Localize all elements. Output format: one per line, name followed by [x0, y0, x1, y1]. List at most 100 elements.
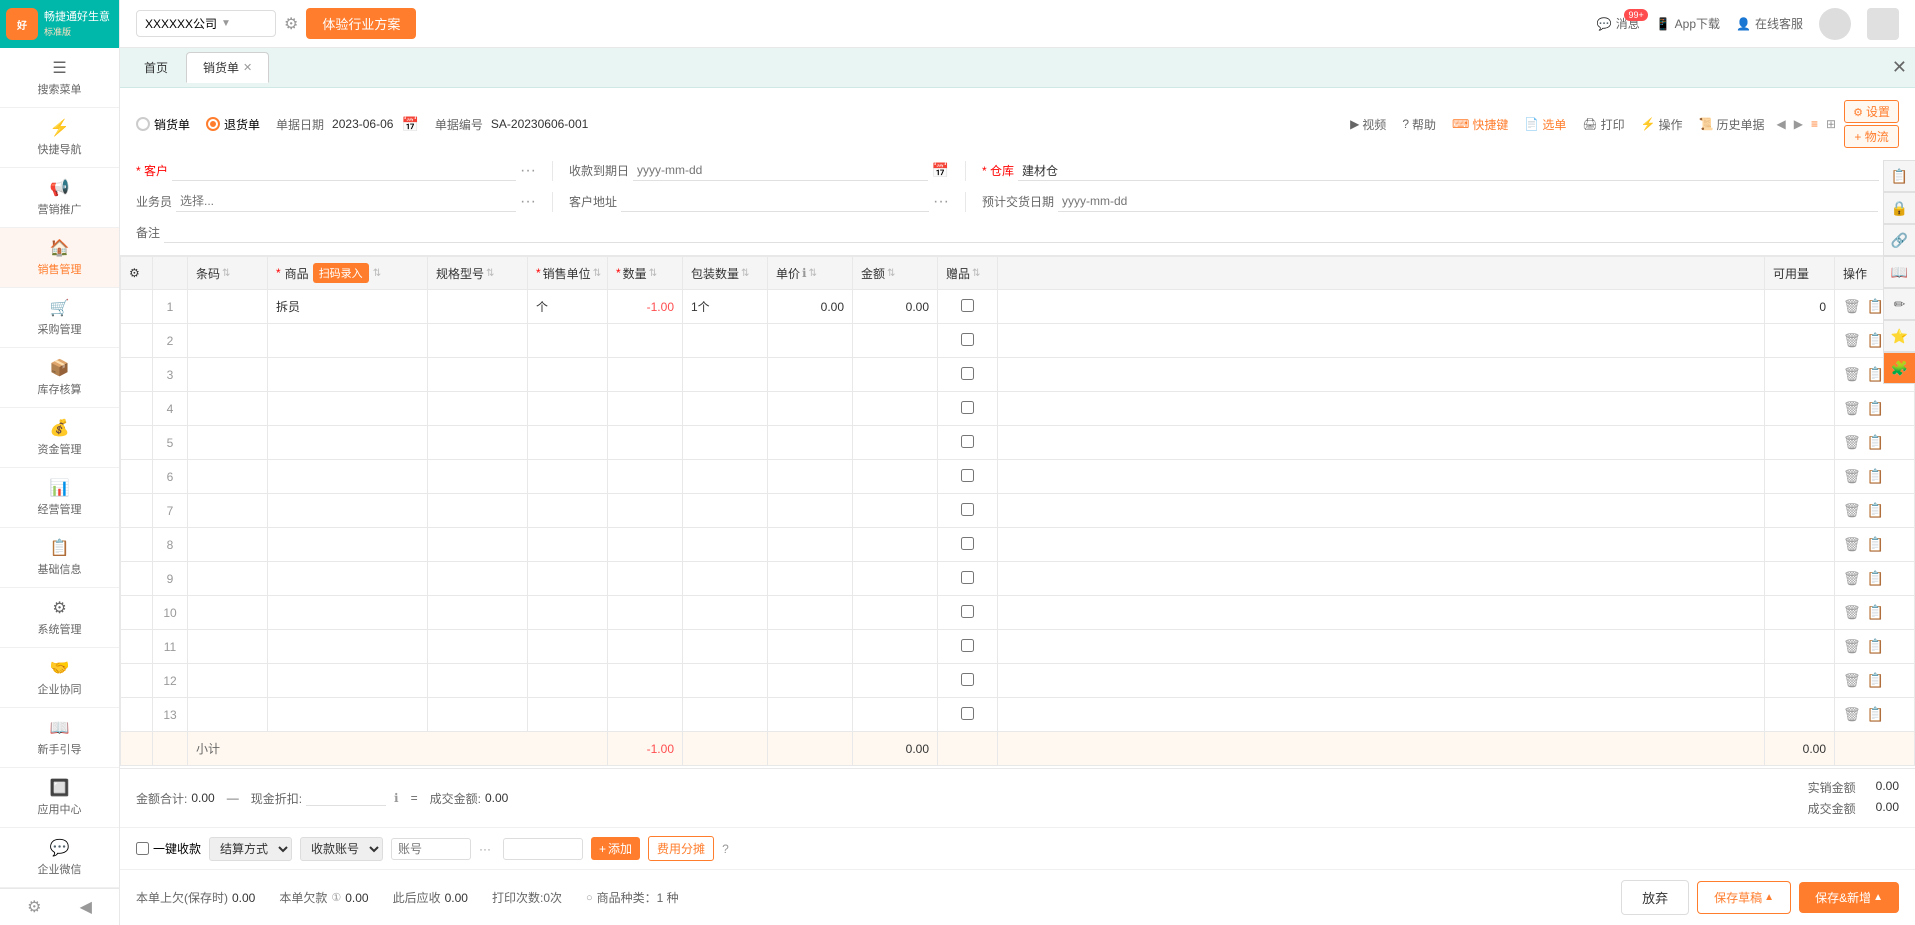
scan-barcode-button[interactable]: 扫码录入 — [313, 263, 369, 283]
row-unit-cell[interactable] — [528, 562, 608, 596]
header-settings-icon[interactable]: ⚙ — [284, 14, 298, 34]
row-spec-cell[interactable] — [428, 698, 528, 732]
unit-sort-icon[interactable]: ⇅ — [593, 268, 601, 279]
radio-return-order[interactable]: 退货单 — [206, 116, 260, 133]
close-all-icon[interactable]: ✕ — [1892, 57, 1907, 78]
sidebar-item-guide[interactable]: 📖 新手引导 — [0, 708, 119, 768]
add-payment-button[interactable]: + 添加 — [591, 837, 640, 860]
nav-prev-icon[interactable]: ◀ — [1777, 117, 1786, 131]
settle-method-select[interactable]: 结算方式 — [209, 837, 292, 861]
gift-checkbox[interactable] — [961, 299, 974, 312]
row-pack-cell[interactable] — [683, 698, 768, 732]
right-panel-btn-7[interactable]: 🧩 — [1883, 352, 1915, 384]
amount-sort-icon[interactable]: ⇅ — [887, 268, 895, 279]
row-spec-cell[interactable] — [428, 528, 528, 562]
row-spec-cell[interactable] — [428, 494, 528, 528]
sidebar-item-app-center[interactable]: 🔲 应用中心 — [0, 768, 119, 828]
tab-close-icon[interactable]: ✕ — [243, 61, 252, 74]
one-click-pay-label[interactable]: 一键收款 — [136, 840, 201, 857]
gift-checkbox[interactable] — [961, 367, 974, 380]
row-spec-cell[interactable] — [428, 596, 528, 630]
row-remark-cell[interactable] — [998, 528, 1765, 562]
row-remark-cell[interactable] — [998, 392, 1765, 426]
row-remark-cell[interactable] — [998, 562, 1765, 596]
gift-checkbox[interactable] — [961, 673, 974, 686]
row-qty-cell[interactable] — [608, 460, 683, 494]
row-amount-cell[interactable] — [853, 596, 938, 630]
row-product-cell[interactable] — [268, 460, 428, 494]
sidebar-item-wechat[interactable]: 💬 企业微信 — [0, 828, 119, 888]
account-number-input[interactable] — [391, 838, 471, 860]
row-remark-cell[interactable] — [998, 460, 1765, 494]
row-amount-cell[interactable] — [853, 494, 938, 528]
save-new-button[interactable]: 保存&新增 ▲ — [1799, 882, 1899, 913]
row-price-cell[interactable] — [768, 494, 853, 528]
order-short-info-icon[interactable]: ① — [331, 891, 341, 904]
amount-input[interactable] — [503, 838, 583, 860]
row-product-cell[interactable]: 拆员 — [268, 290, 428, 324]
gift-checkbox[interactable] — [961, 707, 974, 720]
gift-checkbox[interactable] — [961, 605, 974, 618]
user-avatar[interactable] — [1819, 8, 1851, 40]
date-calendar-icon[interactable]: 📅 — [401, 116, 418, 133]
row-pack-cell[interactable] — [683, 562, 768, 596]
row-gift-cell[interactable] — [938, 426, 998, 460]
row-pack-cell[interactable] — [683, 392, 768, 426]
row-qty-cell[interactable] — [608, 528, 683, 562]
row-price-cell[interactable] — [768, 596, 853, 630]
row-unit-cell[interactable] — [528, 698, 608, 732]
row-barcode-cell[interactable] — [188, 664, 268, 698]
row-price-cell[interactable] — [768, 426, 853, 460]
row-price-cell[interactable] — [768, 324, 853, 358]
delete-row-icon[interactable]: 🗑 — [1843, 604, 1861, 621]
row-product-cell[interactable] — [268, 664, 428, 698]
row-product-cell[interactable] — [268, 562, 428, 596]
row-price-cell[interactable] — [768, 698, 853, 732]
row-gift-cell[interactable] — [938, 528, 998, 562]
delete-row-icon[interactable]: 🗑 — [1843, 536, 1861, 553]
row-remark-cell[interactable] — [998, 324, 1765, 358]
row-remark-cell[interactable] — [998, 698, 1765, 732]
delete-row-icon[interactable]: 🗑 — [1843, 638, 1861, 655]
row-amount-cell[interactable] — [853, 324, 938, 358]
right-panel-btn-5[interactable]: ✏ — [1883, 288, 1915, 320]
row-spec-cell[interactable] — [428, 562, 528, 596]
right-panel-btn-4[interactable]: 📖 — [1883, 256, 1915, 288]
row-gift-cell[interactable] — [938, 494, 998, 528]
row-barcode-cell[interactable] — [188, 698, 268, 732]
app-download-group[interactable]: 📱 App下载 — [1656, 15, 1720, 32]
shortcut-btn[interactable]: ⌨ 快捷键 — [1448, 114, 1512, 135]
copy-row-icon[interactable]: 📋 — [1867, 502, 1884, 519]
radio-sales-order[interactable]: 销货单 — [136, 116, 190, 133]
price-sort-icon[interactable]: ⇅ — [809, 268, 817, 279]
row-unit-cell[interactable] — [528, 460, 608, 494]
row-barcode-cell[interactable] — [188, 358, 268, 392]
settle-account-select[interactable]: 收款账号 — [300, 837, 383, 861]
gift-checkbox[interactable] — [961, 333, 974, 346]
print-btn[interactable]: 🖨 打印 — [1578, 114, 1628, 135]
operate-btn[interactable]: ⚡ 操作 — [1637, 114, 1687, 135]
copy-row-icon[interactable]: 📋 — [1867, 298, 1884, 315]
row-amount-cell[interactable] — [853, 426, 938, 460]
row-pack-cell[interactable]: 1个 — [683, 290, 768, 324]
row-amount-cell[interactable] — [853, 630, 938, 664]
row-spec-cell[interactable] — [428, 630, 528, 664]
row-barcode-cell[interactable] — [188, 494, 268, 528]
note-input[interactable] — [164, 222, 1899, 243]
help-btn[interactable]: ? 帮助 — [1398, 114, 1440, 135]
copy-row-icon[interactable]: 📋 — [1867, 604, 1884, 621]
row-remark-cell[interactable] — [998, 664, 1765, 698]
gift-checkbox[interactable] — [961, 503, 974, 516]
row-spec-cell[interactable] — [428, 324, 528, 358]
due-date-input[interactable] — [633, 160, 928, 181]
row-amount-cell[interactable] — [853, 664, 938, 698]
row-barcode-cell[interactable] — [188, 392, 268, 426]
qty-sort-icon[interactable]: ⇅ — [649, 268, 657, 279]
row-barcode-cell[interactable] — [188, 426, 268, 460]
row-gift-cell[interactable] — [938, 596, 998, 630]
row-product-cell[interactable] — [268, 324, 428, 358]
row-qty-cell[interactable]: -1.00 — [608, 290, 683, 324]
sidebar-settings-icon[interactable]: ⚙ — [27, 897, 41, 917]
copy-row-icon[interactable]: 📋 — [1867, 536, 1884, 553]
row-qty-cell[interactable] — [608, 664, 683, 698]
